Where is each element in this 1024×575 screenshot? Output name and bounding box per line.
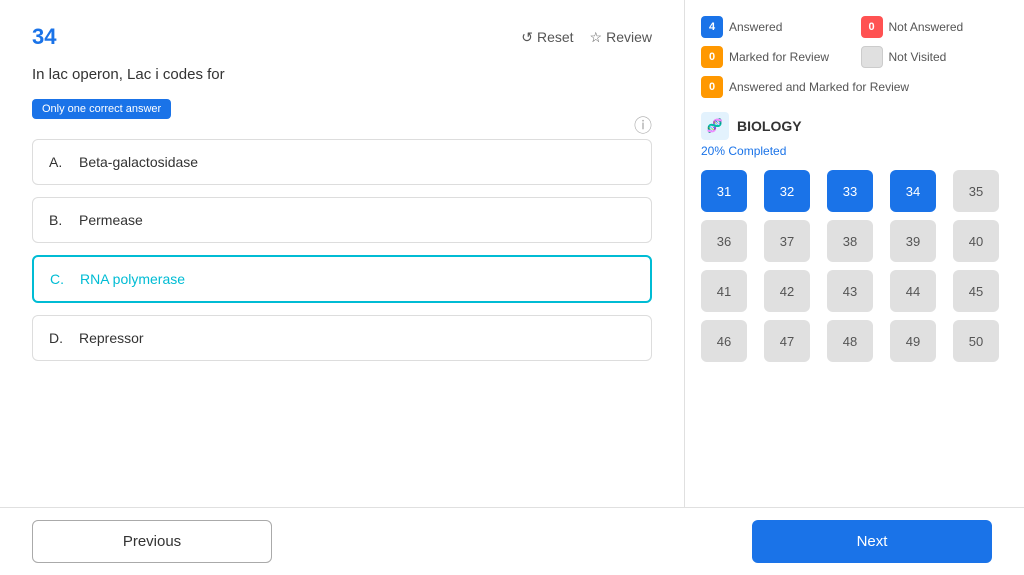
option-d[interactable]: D. Repressor	[32, 315, 652, 361]
legend-not-visited: Not Visited	[861, 46, 1009, 68]
next-button[interactable]: Next	[752, 520, 992, 563]
legend-not-answered: 0 Not Answered	[861, 16, 1009, 38]
question-btn-45[interactable]: 45	[953, 270, 999, 312]
not-answered-label: Not Answered	[889, 20, 964, 34]
marked-label: Marked for Review	[729, 50, 829, 64]
question-btn-44[interactable]: 44	[890, 270, 936, 312]
option-c-text: RNA polymerase	[80, 271, 185, 287]
section-title: 🧬 BIOLOGY	[701, 112, 1008, 140]
answered-marked-badge: 0	[701, 76, 723, 98]
legend-answered: 4 Answered	[701, 16, 849, 38]
option-d-label: D.	[49, 330, 69, 346]
section-icon: 🧬	[701, 112, 729, 140]
reset-label: Reset	[537, 29, 574, 45]
answered-label: Answered	[729, 20, 782, 34]
question-grid: 31 32 33 34 35 36 37 38 39 40 41 42 43 44 45 46 47 48 49 50	[701, 170, 1008, 362]
question-btn-49[interactable]: 49	[890, 320, 936, 362]
question-btn-35[interactable]: 35	[953, 170, 999, 212]
question-btn-34[interactable]: 34	[890, 170, 936, 212]
question-btn-50[interactable]: 50	[953, 320, 999, 362]
question-btn-32[interactable]: 32	[764, 170, 810, 212]
not-visited-label: Not Visited	[889, 50, 947, 64]
legend-marked: 0 Marked for Review	[701, 46, 849, 68]
options-list: A. Beta-galactosidase B. Permease C. RNA…	[32, 139, 652, 361]
answer-type-badge: Only one correct answer	[32, 99, 171, 119]
reset-button[interactable]: ↺ Reset	[521, 29, 573, 46]
question-btn-41[interactable]: 41	[701, 270, 747, 312]
answered-marked-label: Answered and Marked for Review	[729, 80, 909, 94]
question-actions: ↺ Reset ☆ Review	[521, 29, 652, 46]
star-icon: ☆	[590, 29, 603, 46]
question-btn-31[interactable]: 31	[701, 170, 747, 212]
question-btn-39[interactable]: 39	[890, 220, 936, 262]
question-btn-43[interactable]: 43	[827, 270, 873, 312]
review-button[interactable]: ☆ Review	[590, 29, 652, 46]
option-c[interactable]: C. RNA polymerase	[32, 255, 652, 303]
question-btn-47[interactable]: 47	[764, 320, 810, 362]
question-btn-37[interactable]: 37	[764, 220, 810, 262]
legend-answered-marked: 0 Answered and Marked for Review	[701, 76, 1008, 98]
question-btn-46[interactable]: 46	[701, 320, 747, 362]
option-a-label: A.	[49, 154, 69, 170]
question-panel: 34 ↺ Reset ☆ Review In lac operon, Lac i…	[0, 0, 684, 507]
question-number: 34	[32, 24, 56, 50]
footer: Previous Next	[0, 507, 1024, 575]
option-c-label: C.	[50, 271, 70, 287]
question-btn-40[interactable]: 40	[953, 220, 999, 262]
question-text: In lac operon, Lac i codes for	[32, 66, 652, 83]
marked-badge: 0	[701, 46, 723, 68]
question-btn-33[interactable]: 33	[827, 170, 873, 212]
not-visited-badge	[861, 46, 883, 68]
question-btn-36[interactable]: 36	[701, 220, 747, 262]
option-b[interactable]: B. Permease	[32, 197, 652, 243]
review-label: Review	[606, 29, 652, 45]
question-btn-42[interactable]: 42	[764, 270, 810, 312]
option-a-text: Beta-galactosidase	[79, 154, 198, 170]
answered-badge: 4	[701, 16, 723, 38]
right-panel: 4 Answered 0 Not Answered 0 Marked for R…	[684, 0, 1024, 507]
not-answered-badge: 0	[861, 16, 883, 38]
option-a[interactable]: A. Beta-galactosidase	[32, 139, 652, 185]
question-btn-48[interactable]: 48	[827, 320, 873, 362]
option-b-text: Permease	[79, 212, 143, 228]
previous-button[interactable]: Previous	[32, 520, 272, 563]
info-icon[interactable]: ⓘ	[634, 112, 652, 138]
reset-icon: ↺	[521, 29, 533, 46]
progress-label: 20% Completed	[701, 144, 1008, 158]
option-d-text: Repressor	[79, 330, 144, 346]
question-btn-38[interactable]: 38	[827, 220, 873, 262]
legend: 4 Answered 0 Not Answered 0 Marked for R…	[701, 16, 1008, 98]
section-name: BIOLOGY	[737, 118, 802, 134]
question-header: 34 ↺ Reset ☆ Review	[32, 24, 652, 50]
option-b-label: B.	[49, 212, 69, 228]
